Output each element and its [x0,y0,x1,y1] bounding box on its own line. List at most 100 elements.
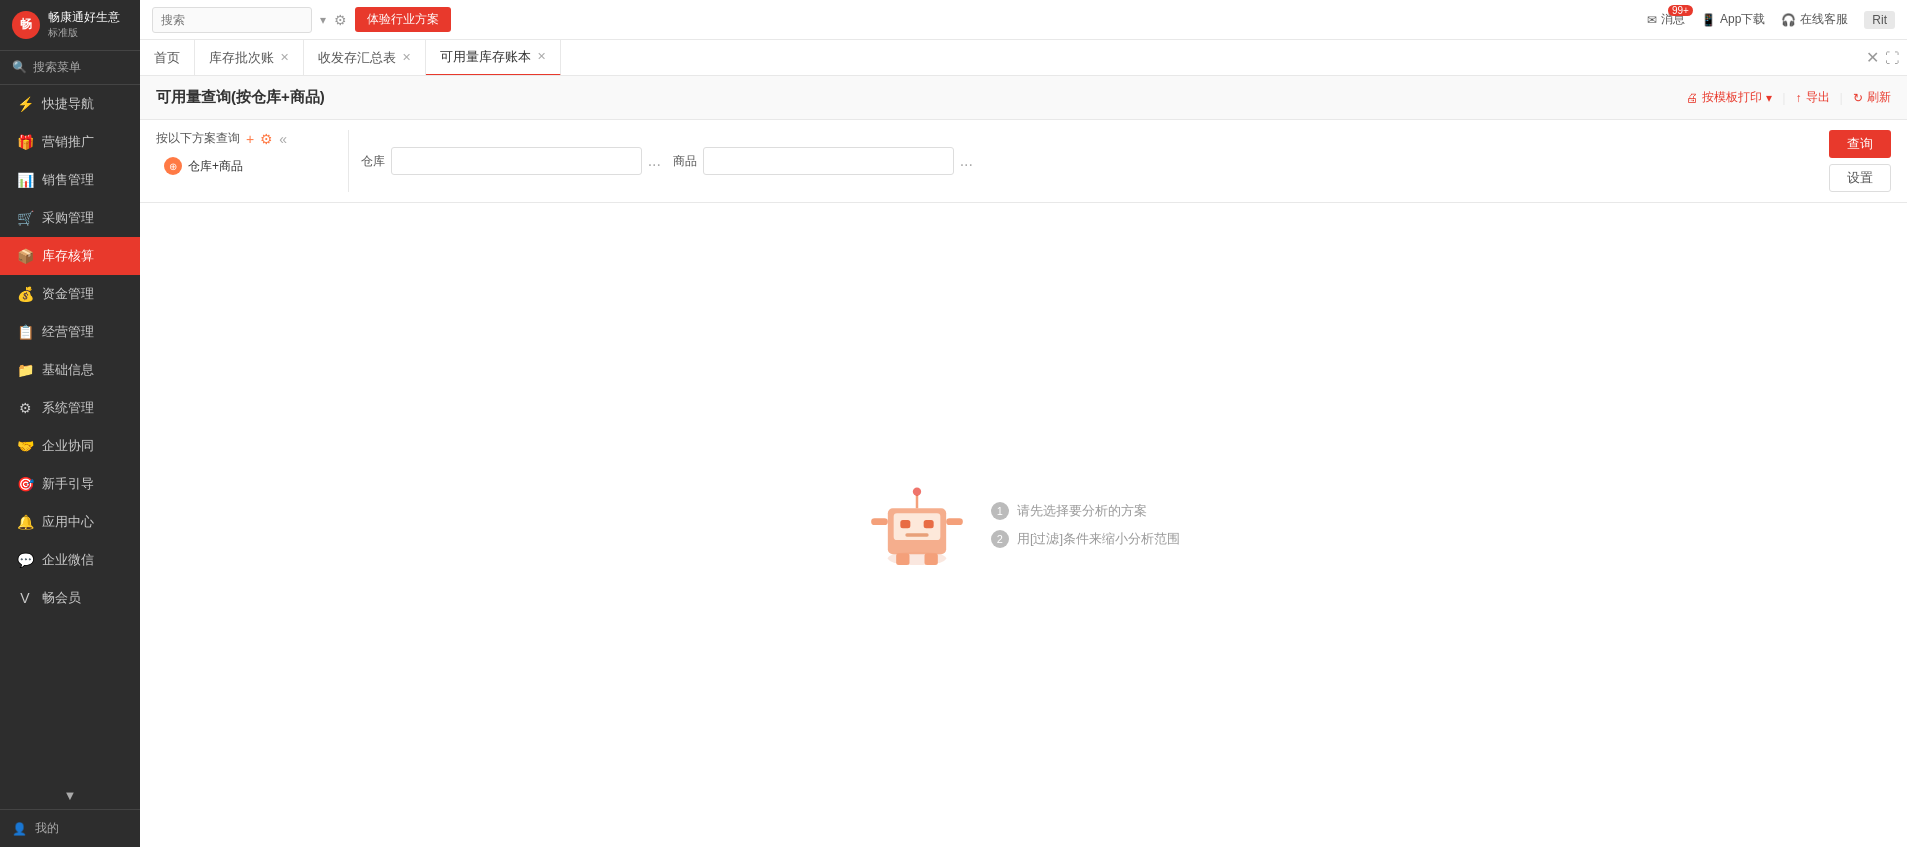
sidebar-label-enterprise: 企业协同 [42,437,94,455]
tab-home[interactable]: 首页 [140,40,195,76]
sidebar-title-block: 畅康通好生意 标准版 [48,10,120,40]
sidebar-item-app-center[interactable]: 🔔 应用中心 [0,503,140,541]
sidebar-icon-enterprise: 🤝 [16,437,34,455]
topbar-user-btn[interactable]: Rit [1864,11,1895,29]
sidebar-label-quick-nav: 快捷导航 [42,95,94,113]
topbar: ▾ ⚙ 体验行业方案 ✉ 消息 99+ 📱 App下载 🎧 在线客服 Rit [140,0,1907,40]
empty-tips: 1 请先选择要分析的方案 2 用[过滤]条件来缩小分析范围 [991,502,1180,548]
refresh-icon: ↻ [1853,91,1863,105]
tip-text-2: 用[过滤]条件来缩小分析范围 [1017,530,1180,548]
filter-goods-dots[interactable]: ... [960,152,973,170]
filter-row-1: 仓库 ... 商品 ... 查询 设置 [361,130,1891,192]
scheme-item-warehouse-goods[interactable]: ⊕ 仓库+商品 [156,153,336,179]
topbar-service-label: 在线客服 [1800,11,1848,28]
tabs-right: ✕ ⛶ [1858,48,1907,67]
message-badge: 99+ [1668,5,1693,16]
filter-warehouse-label: 仓库 [361,153,385,170]
sidebar-item-sales[interactable]: 📊 销售管理 [0,161,140,199]
sidebar-item-wechat[interactable]: 💬 企业微信 [0,541,140,579]
sidebar-label-finance: 资金管理 [42,285,94,303]
filter-warehouse-dots[interactable]: ... [648,152,661,170]
topbar-search-input[interactable] [152,7,312,33]
filter-right: 仓库 ... 商品 ... 查询 设置 [361,130,1891,192]
svg-point-7 [913,488,921,496]
empty-state: 1 请先选择要分析的方案 2 用[过滤]条件来缩小分析范围 [140,203,1907,847]
app-icon: 📱 [1701,13,1716,27]
tab-label-home: 首页 [154,49,180,67]
export-btn[interactable]: ↑ 导出 [1796,89,1830,106]
sidebar-item-marketing[interactable]: 🎁 营销推广 [0,123,140,161]
action-divider-1: | [1782,90,1785,105]
tab-available-ledger[interactable]: 可用量库存账本 ✕ [426,40,561,76]
svg-rect-5 [905,533,928,536]
topbar-message-btn[interactable]: ✉ 消息 99+ [1647,11,1685,28]
sidebar-item-base-info[interactable]: 📁 基础信息 [0,351,140,389]
filter-add-scheme-btn[interactable]: + [246,131,254,147]
sidebar-item-purchase[interactable]: 🛒 采购管理 [0,199,140,237]
page-header-actions: 🖨 按模板打印 ▾ | ↑ 导出 | ↻ 刷新 [1686,89,1891,106]
sidebar-icon-base-info: 📁 [16,361,34,379]
filter-settings-scheme-btn[interactable]: ⚙ [260,131,273,147]
sidebar-icon-system: ⚙ [16,399,34,417]
tabs-container: 首页库存批次账✕收发存汇总表✕可用量库存账本✕ [140,40,1858,76]
sidebar-item-finance[interactable]: 💰 资金管理 [0,275,140,313]
print-btn[interactable]: 🖨 按模板打印 ▾ [1686,89,1772,106]
svg-rect-4 [924,520,934,528]
topbar-gear-icon[interactable]: ⚙ [334,12,347,28]
action-divider-2: | [1840,90,1843,105]
tip-num-2: 2 [991,530,1009,548]
sidebar-item-operation[interactable]: 📋 经营管理 [0,313,140,351]
sidebar-label-system: 系统管理 [42,399,94,417]
sidebar-item-vip[interactable]: V 畅会员 [0,579,140,617]
topbar-industry-btn[interactable]: 体验行业方案 [355,7,451,32]
filter-goods-input[interactable] [703,147,954,175]
sidebar-icon-inventory: 📦 [16,247,34,265]
sidebar-scroll-down[interactable]: ▼ [0,782,140,809]
tab-close-batch-ledger[interactable]: ✕ [280,51,289,64]
topbar-service-btn[interactable]: 🎧 在线客服 [1781,11,1848,28]
filter-divider [348,130,349,192]
tabs-expand-btn[interactable]: ⛶ [1885,50,1899,66]
print-icon: 🖨 [1686,91,1698,105]
filter-warehouse-input[interactable] [391,147,642,175]
sidebar-label-vip: 畅会员 [42,589,81,607]
filter-collapse-btn[interactable]: « [279,131,287,147]
tip-num-1: 1 [991,502,1009,520]
sidebar-item-newcomer[interactable]: 🎯 新手引导 [0,465,140,503]
topbar-app-btn[interactable]: 📱 App下载 [1701,11,1765,28]
tabs-close-all-btn[interactable]: ✕ [1866,48,1879,67]
scheme-label: 仓库+商品 [188,158,243,175]
print-chevron-icon[interactable]: ▾ [1766,91,1772,105]
sidebar-footer[interactable]: 👤 我的 [0,809,140,847]
service-icon: 🎧 [1781,13,1796,27]
sidebar-search[interactable]: 🔍 搜索菜单 [0,51,140,85]
topbar-chevron-icon[interactable]: ▾ [320,13,326,27]
sidebar-icon-wechat: 💬 [16,551,34,569]
sidebar-item-enterprise[interactable]: 🤝 企业协同 [0,427,140,465]
refresh-btn[interactable]: ↻ 刷新 [1853,89,1891,106]
svg-rect-8 [871,518,888,525]
tab-close-available-ledger[interactable]: ✕ [537,50,546,63]
sidebar-item-inventory[interactable]: 📦 库存核算 [0,237,140,275]
topbar-app-label: App下载 [1720,11,1765,28]
tab-label-batch-ledger: 库存批次账 [209,49,274,67]
sidebar-item-quick-nav[interactable]: ⚡ 快捷导航 [0,85,140,123]
sidebar-icon-purchase: 🛒 [16,209,34,227]
sidebar-icon-operation: 📋 [16,323,34,341]
filter-scheme-title: 按以下方案查询 [156,130,240,147]
sidebar-item-system[interactable]: ⚙ 系统管理 [0,389,140,427]
sidebar-icon-sales: 📊 [16,171,34,189]
filter-field-goods: 商品 ... [673,147,973,175]
tab-close-collect-summary[interactable]: ✕ [402,51,411,64]
empty-illustration [867,475,967,575]
filter-scheme-header: 按以下方案查询 + ⚙ « [156,130,336,147]
tab-label-available-ledger: 可用量库存账本 [440,48,531,66]
tab-batch-ledger[interactable]: 库存批次账 ✕ [195,40,304,76]
sidebar-icon-quick-nav: ⚡ [16,95,34,113]
filter-area: 按以下方案查询 + ⚙ « ⊕ 仓库+商品 仓库 ... 商品 [140,120,1907,203]
query-btn[interactable]: 查询 [1829,130,1891,158]
svg-rect-11 [924,553,937,565]
tab-collect-summary[interactable]: 收发存汇总表✕ [304,40,426,76]
settings-btn[interactable]: 设置 [1829,164,1891,192]
sidebar-icon-newcomer: 🎯 [16,475,34,493]
